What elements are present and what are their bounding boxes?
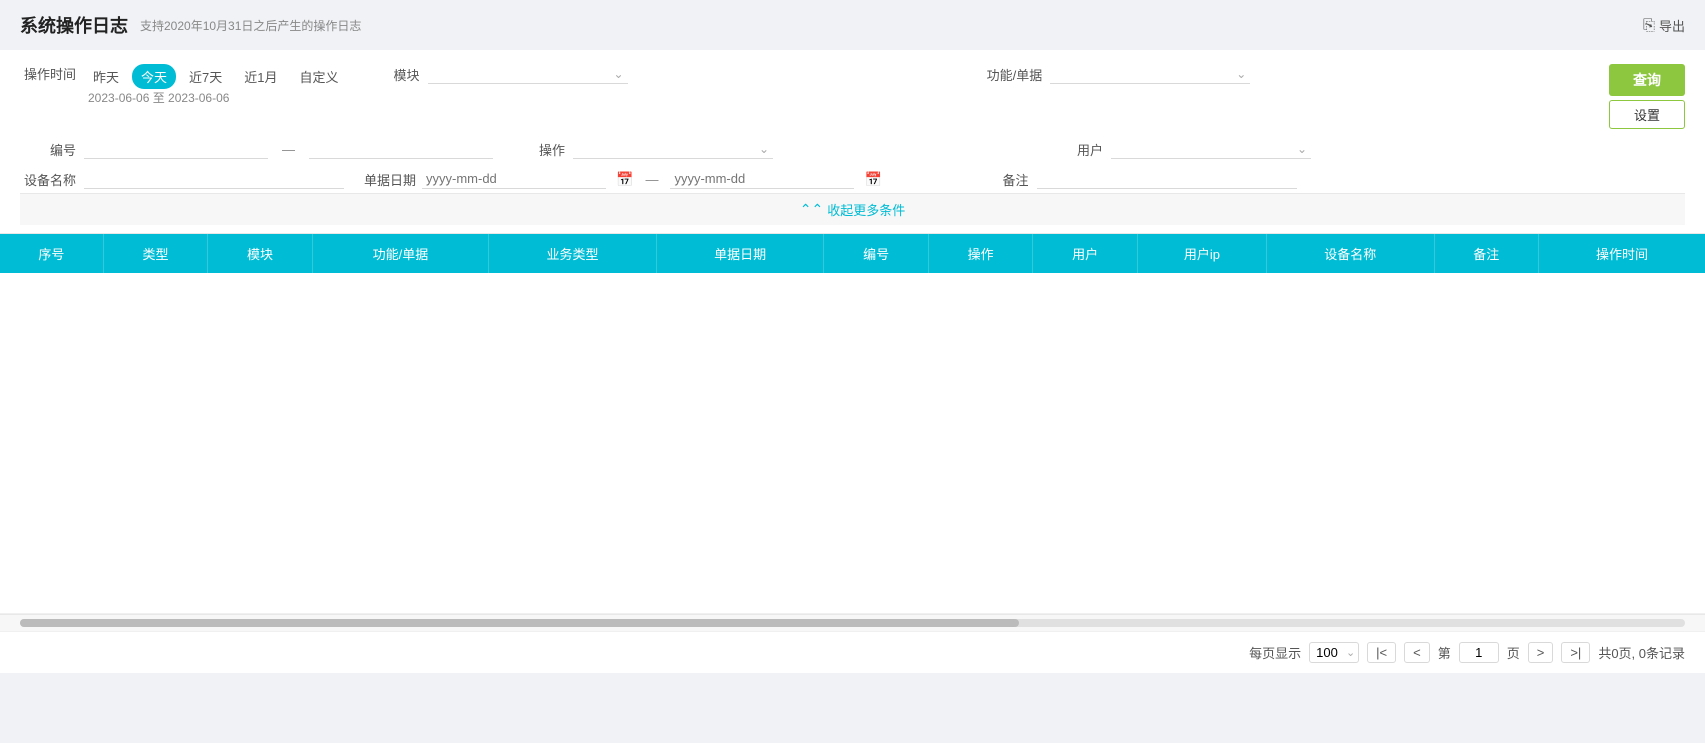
collapse-label: 收起更多条件 <box>827 200 905 219</box>
func-label: 功能/单据 <box>986 65 1042 84</box>
table-body <box>0 273 1705 613</box>
page-number-input[interactable] <box>1459 642 1499 663</box>
col-seq: 序号 <box>0 234 103 273</box>
collapse-icon: ⌃⌃ <box>800 201 823 218</box>
page-label-pre: 第 <box>1438 643 1451 662</box>
date-to-input[interactable] <box>670 169 854 189</box>
col-op-time: 操作时间 <box>1539 234 1705 273</box>
scrollbar-thumb[interactable] <box>20 619 1019 627</box>
table-container: 序号 类型 模块 功能/单据 业务类型 单据日期 编号 操作 用户 用户ip 设… <box>0 234 1705 614</box>
col-type: 类型 <box>103 234 207 273</box>
time-btn-today[interactable]: 今天 <box>132 64 176 89</box>
scrollbar-track[interactable] <box>20 619 1685 627</box>
action-buttons: 查询 设置 <box>1609 64 1685 129</box>
filter-area: 操作时间 昨天 今天 近7天 近1月 自定义 2023-06-06 至 2023… <box>0 50 1705 234</box>
col-user-ip: 用户ip <box>1137 234 1266 273</box>
date-from-input[interactable] <box>422 169 606 189</box>
page-size-label: 每页显示 <box>1249 643 1301 662</box>
code-from-input[interactable] <box>84 139 268 159</box>
time-range-text: 2023-06-06 至 2023-06-06 <box>88 89 348 106</box>
scrollbar-area <box>0 614 1705 631</box>
module-select[interactable] <box>428 64 628 84</box>
module-select-wrapper: ⌄ <box>428 64 628 84</box>
col-module: 模块 <box>208 234 312 273</box>
col-func: 功能/单据 <box>312 234 488 273</box>
empty-cell <box>0 273 1705 613</box>
user-label: 用户 <box>1047 140 1103 159</box>
user-select-wrapper: ⌄ <box>1111 139 1311 159</box>
code-label: 编号 <box>20 140 76 159</box>
page-title: 系统操作日志 <box>20 12 128 38</box>
operation-select-wrapper: ⌄ <box>573 139 773 159</box>
remark-label: 备注 <box>973 170 1029 189</box>
col-code: 编号 <box>824 234 928 273</box>
export-button[interactable]: ⎘ 导出 <box>1643 16 1685 35</box>
pagination: 每页显示 100 50 200 ⌄ |< < 第 页 > >| 共0页, 0条记… <box>0 631 1705 673</box>
device-input[interactable] <box>84 169 344 189</box>
first-page-button[interactable]: |< <box>1367 642 1396 663</box>
query-button[interactable]: 查询 <box>1609 64 1685 96</box>
col-remark: 备注 <box>1434 234 1538 273</box>
data-table: 序号 类型 模块 功能/单据 业务类型 单据日期 编号 操作 用户 用户ip 设… <box>0 234 1705 614</box>
col-voucher-date: 单据日期 <box>656 234 824 273</box>
func-select-wrapper: ⌄ <box>1050 64 1250 84</box>
total-label: 共0页, 0条记录 <box>1598 643 1685 662</box>
operation-select[interactable] <box>573 139 773 159</box>
export-icon: ⎘ <box>1643 17 1655 34</box>
module-label: 模块 <box>364 65 420 84</box>
last-page-button[interactable]: >| <box>1561 642 1590 663</box>
voucher-date-label: 单据日期 <box>360 170 416 189</box>
col-operation: 操作 <box>928 234 1032 273</box>
page-subtitle: 支持2020年10月31日之后产生的操作日志 <box>140 17 361 34</box>
time-options: 昨天 今天 近7天 近1月 自定义 <box>84 64 348 89</box>
time-btn-7days[interactable]: 近7天 <box>180 64 231 89</box>
settings-button[interactable]: 设置 <box>1609 100 1685 129</box>
time-btn-yesterday[interactable]: 昨天 <box>84 64 128 89</box>
col-biz-type: 业务类型 <box>489 234 657 273</box>
calendar-to-icon[interactable]: 📅 <box>864 171 881 188</box>
collapse-bar[interactable]: ⌃⌃ 收起更多条件 <box>20 193 1685 225</box>
device-label: 设备名称 <box>20 170 76 189</box>
user-select[interactable] <box>1111 139 1311 159</box>
time-btn-1month[interactable]: 近1月 <box>235 64 286 89</box>
calendar-from-icon[interactable]: 📅 <box>616 171 633 188</box>
time-label: 操作时间 <box>20 64 76 83</box>
col-user: 用户 <box>1033 234 1137 273</box>
prev-page-button[interactable]: < <box>1404 642 1430 663</box>
col-device: 设备名称 <box>1266 234 1434 273</box>
code-to-input[interactable] <box>309 139 493 159</box>
remark-input[interactable] <box>1037 169 1297 189</box>
page-size-select[interactable]: 100 50 200 <box>1309 642 1359 663</box>
page-label-post: 页 <box>1507 643 1520 662</box>
func-select[interactable] <box>1050 64 1250 84</box>
table-header: 序号 类型 模块 功能/单据 业务类型 单据日期 编号 操作 用户 用户ip 设… <box>0 234 1705 273</box>
next-page-button[interactable]: > <box>1528 642 1554 663</box>
time-btn-custom[interactable]: 自定义 <box>291 64 348 89</box>
operation-label: 操作 <box>509 140 565 159</box>
page-header: 系统操作日志 支持2020年10月31日之后产生的操作日志 ⎘ 导出 <box>0 0 1705 50</box>
